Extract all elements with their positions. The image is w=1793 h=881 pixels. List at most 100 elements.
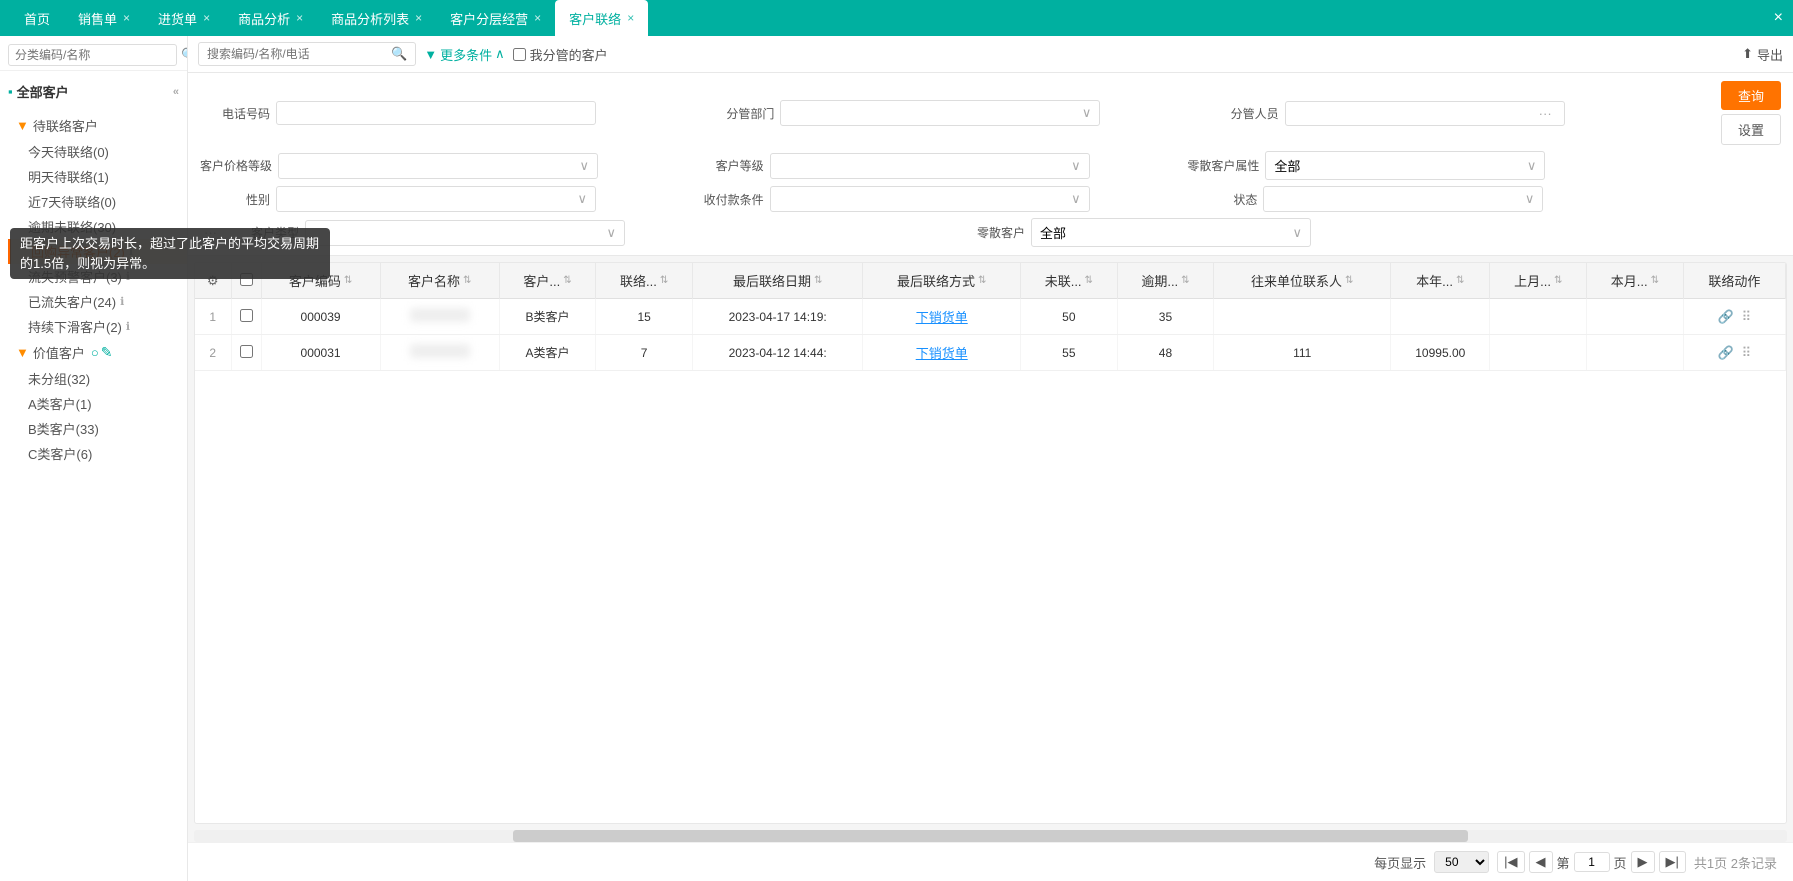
my-customers-check[interactable] [513,48,526,61]
last-contact-date-cell: 2023-04-12 14:44: [692,335,862,371]
pending-contact-group: ▼ 待联络客户 今天待联络(0) 明天待联络(1) 近7天待联络(0) 逾期未联… [0,112,187,239]
more-conditions-btn[interactable]: ▼ 更多条件 ∧ [424,45,504,64]
value-customers-title[interactable]: ▼ 价值客户 ○ ✎ [8,339,187,366]
manager-select[interactable]: ··· [1285,101,1565,126]
close-icon[interactable]: × [203,11,210,25]
sidebar-item-c-class[interactable]: C类客户(6) [8,441,187,466]
category-search-input[interactable] [8,44,177,66]
customer-name-blurred [410,308,470,322]
search-input[interactable] [207,47,387,61]
close-icon[interactable]: × [534,11,541,25]
sort-icon[interactable]: ⇅ [1345,275,1353,286]
sort-icon[interactable]: ⇅ [563,275,571,286]
sort-icon[interactable]: ⇅ [814,275,822,286]
th-last-contact-method: 最后联络方式 ⇅ [863,263,1021,299]
query-button[interactable]: 查询 [1721,81,1781,110]
contact-person-cell: 111 [1214,335,1391,371]
first-page-btn[interactable]: |◀ [1497,851,1524,873]
filter-row-1: 电话号码 分管部门 ∨ 分管人员 ··· [200,81,1781,145]
per-page-select[interactable]: 50 10 20 100 [1434,851,1489,873]
close-icon[interactable]: × [415,11,422,25]
contact-icon[interactable]: 🔗 [1717,345,1733,361]
phone-input[interactable] [276,101,596,125]
sidebar-item-b-class[interactable]: B类客户(33) [8,416,187,441]
sidebar-item-churned[interactable]: 已流失客户(24) ℹ [8,289,187,314]
window-close-icon[interactable]: × [1774,9,1783,27]
row-checkbox[interactable] [240,345,253,358]
sort-icon[interactable]: ⇅ [1554,275,1562,286]
row-num: 2 [195,335,231,371]
sort-icon[interactable]: ⇅ [1181,275,1189,286]
next-page-btn[interactable]: ▶ [1631,851,1655,873]
sidebar-item-7days[interactable]: 近7天待联络(0) [8,189,187,214]
sidebar-item-a-class[interactable]: A类客户(1) [8,391,187,416]
all-customers-title[interactable]: ▪ 全部客户 « [0,77,187,106]
row-checkbox[interactable] [240,309,253,322]
row-checkbox-cell[interactable] [231,335,261,371]
search-icon[interactable]: 🔍 [391,46,407,62]
ellipsis-icon[interactable]: ··· [1535,106,1556,121]
gender-select[interactable]: ∨ [276,186,596,212]
my-customers-checkbox[interactable]: 我分管的客户 [513,45,608,64]
sort-icon[interactable]: ⇅ [463,275,471,286]
row-checkbox-cell[interactable] [231,299,261,335]
contact-icon[interactable]: 🔗 [1717,309,1733,325]
scrollbar-thumb[interactable] [513,830,1469,842]
sort-icon[interactable]: ⇅ [978,275,986,286]
status-select[interactable]: ∨ [1263,186,1543,212]
table-row: 1 000039 B类客户 15 2023-04-17 14:19: 下销货单 [195,299,1786,335]
prev-page-btn[interactable]: ◀ [1529,851,1553,873]
payment-field: 收付款条件 ∨ [694,186,1180,212]
sort-icon[interactable]: ⇅ [1456,275,1464,286]
last-contact-method-cell[interactable]: 下销货单 [863,299,1021,335]
customer-level-field: 客户等级 ∨ [694,153,1180,179]
sidebar-item-today[interactable]: 今天待联络(0) [8,139,187,164]
nav-purchase[interactable]: 进货单 × [144,0,224,36]
customer-type-cell: A类客户 [499,335,596,371]
last-page-btn[interactable]: ▶| [1659,851,1686,873]
last-contact-method-cell[interactable]: 下销货单 [863,335,1021,371]
data-table-container: ⚙ 客户编码 ⇅ 客户名称 [194,262,1787,824]
nav-customer-contact[interactable]: 客户联络 × [555,0,648,36]
sidebar-item-tomorrow[interactable]: 明天待联络(1) [8,164,187,189]
close-icon[interactable]: × [627,11,634,25]
settings-button[interactable]: 设置 [1721,114,1781,145]
retail-customer-select[interactable]: 全部 ∨ [1031,218,1311,247]
pending-contact-title[interactable]: ▼ 待联络客户 [8,112,187,139]
customer-level-select[interactable]: ∨ [770,153,1090,179]
page-number-input[interactable] [1574,852,1610,872]
sidebar-item-ungrouped[interactable]: 未分组(32) [8,366,187,391]
chevron-down-icon: ∨ [1082,105,1092,121]
nav-customer-tier[interactable]: 客户分层经营 × [436,0,555,36]
value-customers-group: ▼ 价值客户 ○ ✎ 未分组(32) A类客户(1) B类客户(33) C类客户… [0,339,187,466]
sidebar-item-declining[interactable]: 持续下滑客户(2) ℹ [8,314,187,339]
price-level-select[interactable]: ∨ [278,153,598,179]
horizontal-scrollbar[interactable] [194,830,1787,842]
th-customer-name: 客户名称 ⇅ [380,263,499,299]
nav-home[interactable]: 首页 [10,0,64,36]
chevron-up-icon: ∧ [495,46,505,62]
customer-name-cell [380,299,499,335]
export-button[interactable]: ⬆ 导出 [1742,45,1783,64]
pagination-bar: 每页显示 50 10 20 100 |◀ ◀ 第 页 ▶ ▶| 共1页 2条记录 [188,842,1793,881]
nav-product-list[interactable]: 商品分析列表 × [317,0,436,36]
sort-icon[interactable]: ⇅ [1651,275,1659,286]
close-icon[interactable]: × [296,11,303,25]
sort-icon[interactable]: ⇅ [1085,275,1093,286]
close-icon[interactable]: × [123,11,130,25]
edit-icon[interactable]: ○ [91,345,99,360]
nav-product-analysis[interactable]: 商品分析 × [224,0,317,36]
category-search-icon[interactable]: 🔍 [181,47,188,63]
add-group-icon[interactable]: ✎ [101,344,113,361]
more-icon[interactable]: ⠿ [1742,345,1752,361]
dept-select[interactable]: ∨ [780,100,1100,126]
nav-sales[interactable]: 销售单 × [64,0,144,36]
row-num: 1 [195,299,231,335]
customer-type-select[interactable]: ∨ [305,220,625,246]
retail-attr-select[interactable]: 全部 ∨ [1265,151,1545,180]
sort-icon[interactable]: ⇅ [344,275,352,286]
more-icon[interactable]: ⠿ [1742,309,1752,325]
sort-icon[interactable]: ⇅ [660,275,668,286]
collapse-icon[interactable]: « [173,86,179,98]
payment-select[interactable]: ∨ [770,186,1090,212]
